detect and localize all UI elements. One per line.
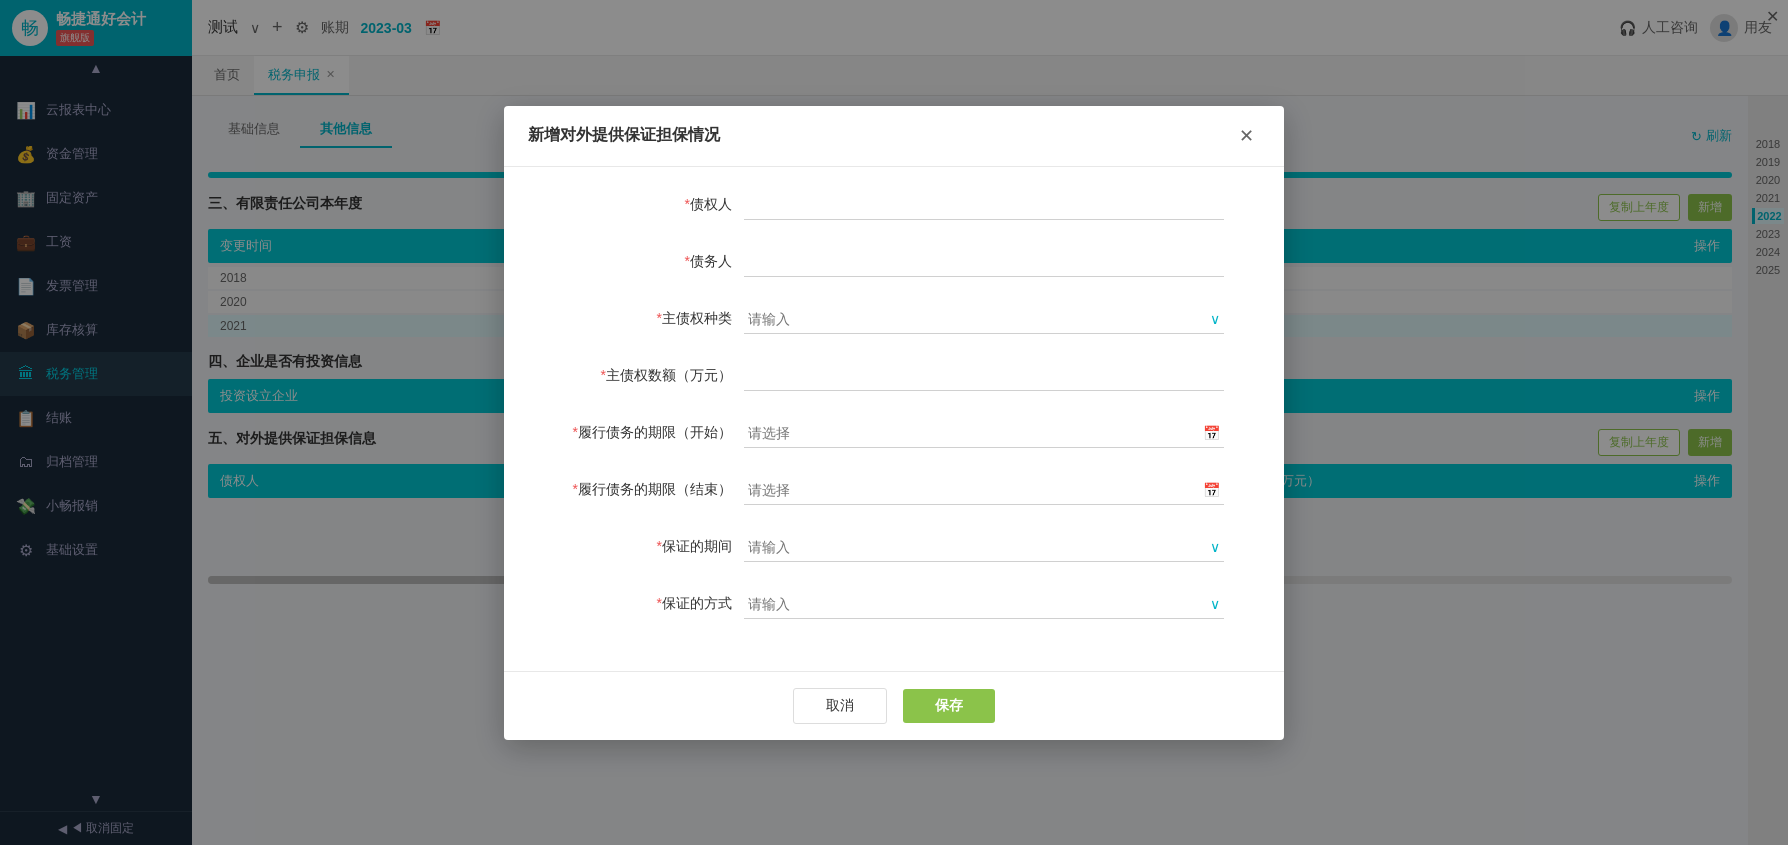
select-wrap-claim-type[interactable]: ∨ bbox=[744, 305, 1224, 334]
input-debt-start[interactable] bbox=[744, 419, 1199, 447]
form-row-debtor: *债务人 bbox=[564, 248, 1224, 277]
calendar-icon-debt-start[interactable]: 📅 bbox=[1199, 425, 1224, 441]
label-guarantee-method: *保证的方式 bbox=[564, 595, 744, 613]
form-row-debt-start: *履行债务的期限（开始） 📅 bbox=[564, 419, 1224, 448]
select-wrap-guarantee-method[interactable]: ∨ bbox=[744, 590, 1224, 619]
chevron-down-guarantee-method[interactable]: ∨ bbox=[1206, 596, 1224, 612]
modal-title: 新增对外提供保证担保情况 bbox=[528, 125, 720, 146]
label-guarantee-period: *保证的期间 bbox=[564, 538, 744, 556]
select-wrap-guarantee-period[interactable]: ∨ bbox=[744, 533, 1224, 562]
modal-dialog: 新增对外提供保证担保情况 ✕ *债权人 *债务人 *主债权种类 bbox=[504, 106, 1284, 740]
calendar-icon-debt-end[interactable]: 📅 bbox=[1199, 482, 1224, 498]
label-claim-type: *主债权种类 bbox=[564, 310, 744, 328]
label-debtor: *债务人 bbox=[564, 253, 744, 271]
input-claim-type[interactable] bbox=[744, 305, 1206, 333]
form-row-guarantee-period: *保证的期间 ∨ bbox=[564, 533, 1224, 562]
label-creditor: *债权人 bbox=[564, 196, 744, 214]
label-debt-end: *履行债务的期限（结束） bbox=[564, 481, 744, 499]
modal-overlay: 新增对外提供保证担保情况 ✕ *债权人 *债务人 *主债权种类 bbox=[0, 0, 1788, 845]
input-claim-amount[interactable] bbox=[744, 362, 1224, 391]
label-debt-start: *履行债务的期限（开始） bbox=[564, 424, 744, 442]
form-row-debt-end: *履行债务的期限（结束） 📅 bbox=[564, 476, 1224, 505]
modal-close-button[interactable]: ✕ bbox=[1232, 122, 1260, 150]
label-claim-amount: *主债权数额（万元） bbox=[564, 367, 744, 385]
save-button[interactable]: 保存 bbox=[903, 689, 995, 723]
date-wrap-debt-end[interactable]: 📅 bbox=[744, 476, 1224, 505]
chevron-down-claim-type[interactable]: ∨ bbox=[1206, 311, 1224, 327]
modal-body: *债权人 *债务人 *主债权种类 ∨ bbox=[504, 167, 1284, 671]
form-row-guarantee-method: *保证的方式 ∨ bbox=[564, 590, 1224, 619]
form-row-creditor: *债权人 bbox=[564, 191, 1224, 220]
input-creditor[interactable] bbox=[744, 191, 1224, 220]
date-wrap-debt-start[interactable]: 📅 bbox=[744, 419, 1224, 448]
modal-header: 新增对外提供保证担保情况 ✕ bbox=[504, 106, 1284, 167]
chevron-down-guarantee-period[interactable]: ∨ bbox=[1206, 539, 1224, 555]
input-guarantee-period[interactable] bbox=[744, 533, 1206, 561]
input-debt-end[interactable] bbox=[744, 476, 1199, 504]
modal-footer: 取消 保存 bbox=[504, 671, 1284, 740]
input-guarantee-method[interactable] bbox=[744, 590, 1206, 618]
input-debtor[interactable] bbox=[744, 248, 1224, 277]
form-row-claim-amount: *主债权数额（万元） bbox=[564, 362, 1224, 391]
cancel-button[interactable]: 取消 bbox=[793, 688, 887, 724]
form-row-claim-type: *主债权种类 ∨ bbox=[564, 305, 1224, 334]
